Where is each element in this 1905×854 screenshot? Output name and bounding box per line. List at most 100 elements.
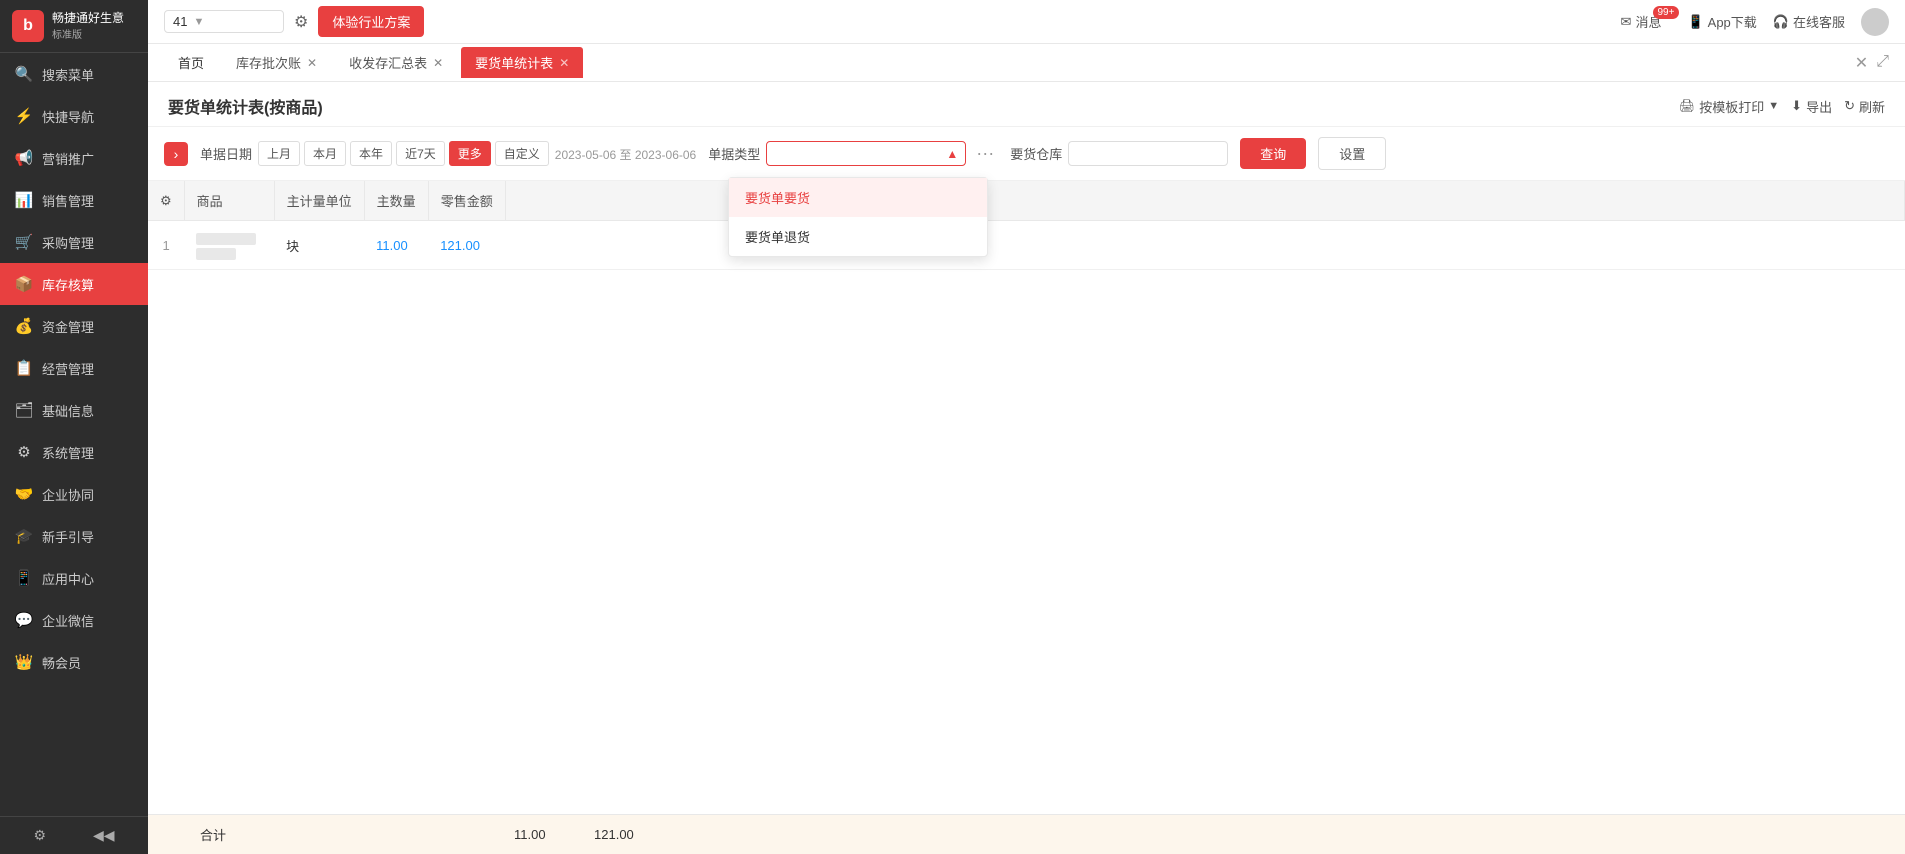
- date-btn-7days[interactable]: 近7天: [396, 141, 445, 166]
- tab-order-stats-label: 要货单统计表: [475, 53, 553, 72]
- date-btn-this-month[interactable]: 本月: [304, 141, 346, 166]
- dropdown-item-order-return[interactable]: 要货单退货: [729, 217, 987, 256]
- message-badge: 99+: [1653, 6, 1680, 19]
- warehouse-input[interactable]: [1068, 141, 1228, 166]
- warehouse-label: 要货仓库: [1010, 144, 1062, 163]
- table-footer: 合计 11.00 121.00: [148, 814, 1905, 854]
- sidebar-item-members[interactable]: 👑 畅会员: [0, 641, 148, 683]
- topbar-gear-icon[interactable]: ⚙: [294, 12, 308, 32]
- amount-link[interactable]: 121.00: [440, 238, 480, 253]
- filter-more-btn[interactable]: ···: [976, 143, 994, 164]
- tab-inventory-batch-label: 库存批次账: [236, 53, 301, 72]
- date-btn-more[interactable]: 更多: [449, 141, 491, 166]
- sidebar-item-enterprise-wechat[interactable]: 💬 企业微信: [0, 599, 148, 641]
- headphone-icon: 🎧: [1773, 14, 1789, 30]
- page-header: 要货单统计表(按商品) 🖨 按模板打印 ▼ ⬇ 导出 ↻ 刷新: [148, 82, 1905, 127]
- date-btn-custom[interactable]: 自定义: [495, 141, 549, 166]
- tab-order-stats-close[interactable]: ✕: [559, 56, 569, 70]
- type-filter-input[interactable]: [766, 141, 966, 166]
- crown-icon: 👑: [14, 652, 34, 672]
- sidebar-item-system[interactable]: ⚙ 系统管理: [0, 431, 148, 473]
- row-amount: 121.00: [428, 221, 505, 270]
- sidebar-item-enterprise-collab[interactable]: 🤝 企业协同: [0, 473, 148, 515]
- tab-close-all-icon[interactable]: ✕: [1855, 53, 1868, 73]
- date-filter-group: 单据日期 上月 本月 本年 近7天 更多 自定义 2023-05-06 至 20…: [200, 141, 696, 166]
- sidebar-item-inventory[interactable]: 📦 库存核算: [0, 263, 148, 305]
- industry-btn[interactable]: 体验行业方案: [318, 6, 424, 37]
- wechat-icon: 💬: [14, 610, 34, 630]
- search-btn[interactable]: 查询: [1240, 138, 1306, 169]
- refresh-btn[interactable]: ↻ 刷新: [1844, 97, 1885, 116]
- sidebar-item-quick-nav[interactable]: ⚡ 快捷导航: [0, 95, 148, 137]
- sidebar-item-guide[interactable]: 🎓 新手引导: [0, 515, 148, 557]
- topbar-right: ✉ 消息 99+ 📱 App下载 🎧 在线客服: [1621, 8, 1889, 36]
- filter-expand-btn[interactable]: ›: [164, 142, 188, 166]
- row-extra: [505, 221, 1904, 270]
- cart-icon: 🛒: [14, 232, 34, 252]
- sidebar-item-finance[interactable]: 💰 资金管理: [0, 305, 148, 347]
- settings-btn[interactable]: 设置: [1318, 137, 1386, 170]
- col-amount: 零售金额: [428, 181, 505, 221]
- qty-link[interactable]: 11.00: [376, 238, 408, 253]
- date-btn-last-month[interactable]: 上月: [258, 141, 300, 166]
- settings-bottom-icon[interactable]: ⚙: [33, 827, 46, 844]
- sidebar-item-search[interactable]: 🔍 搜索菜单: [0, 53, 148, 95]
- sidebar-item-app-center[interactable]: 📱 应用中心: [0, 557, 148, 599]
- tab-inventory-batch-close[interactable]: ✕: [307, 56, 317, 70]
- tab-home-label: 首页: [178, 53, 204, 72]
- export-btn[interactable]: ⬇ 导出: [1791, 97, 1832, 116]
- clipboard-icon: 📋: [14, 358, 34, 378]
- print-btn[interactable]: 🖨 按模板打印 ▼: [1679, 97, 1779, 116]
- col-settings[interactable]: ⚙: [148, 181, 184, 221]
- sidebar-nav: 🔍 搜索菜单 ⚡ 快捷导航 📢 营销推广 📊 销售管理 🛒 采购管理 📦 库存核…: [0, 53, 148, 816]
- data-table: ⚙ 商品 主计量单位 主数量 零售金额 1: [148, 181, 1905, 270]
- refresh-icon: ↻: [1844, 98, 1855, 114]
- sidebar-item-purchase[interactable]: 🛒 采购管理: [0, 221, 148, 263]
- type-dropdown: 要货单要货 要货单退货: [728, 177, 988, 257]
- sidebar-item-sales[interactable]: 📊 销售管理: [0, 179, 148, 221]
- tab-order-stats[interactable]: 要货单统计表 ✕: [461, 47, 583, 78]
- page-title: 要货单统计表(按商品): [168, 94, 323, 118]
- sidebar-item-marketing[interactable]: 📢 营销推广: [0, 137, 148, 179]
- app-logo-text: 畅捷通好生意 标准版: [52, 11, 124, 42]
- money-icon: 💰: [14, 316, 34, 336]
- main-area: 41 ▼ ⚙ 体验行业方案 ✉ 消息 99+ 📱 App下载 🎧 在线客服: [148, 0, 1905, 854]
- online-service-label: 在线客服: [1793, 12, 1845, 31]
- sidebar-item-operations[interactable]: 📋 经营管理: [0, 347, 148, 389]
- product-placeholder-2: [196, 248, 236, 260]
- type-filter-label: 单据类型: [708, 144, 760, 163]
- download-icon: 📱: [1687, 14, 1703, 30]
- message-btn[interactable]: ✉ 消息 99+: [1621, 12, 1672, 31]
- tab-expand-icon[interactable]: ⤢: [1876, 53, 1889, 73]
- lightning-icon: ⚡: [14, 106, 34, 126]
- tab-recv-summary-label: 收发存汇总表: [349, 53, 427, 72]
- collapse-icon[interactable]: ◀◀: [93, 827, 115, 844]
- user-avatar[interactable]: [1861, 8, 1889, 36]
- col-product: 商品: [184, 181, 274, 221]
- col-unit: 主计量单位: [274, 181, 364, 221]
- sidebar-item-basic-info[interactable]: 🗂 基础信息: [0, 389, 148, 431]
- type-filter-group: 单据类型 ▲ ···: [708, 141, 998, 166]
- dropdown-item-order-purchase[interactable]: 要货单要货: [729, 178, 987, 217]
- table-header-row: ⚙ 商品 主计量单位 主数量 零售金额: [148, 181, 1905, 221]
- row-unit: 块: [274, 221, 364, 270]
- online-service-btn[interactable]: 🎧 在线客服: [1773, 12, 1845, 31]
- date-btn-this-year[interactable]: 本年: [350, 141, 392, 166]
- company-selector[interactable]: 41 ▼: [164, 10, 284, 33]
- type-filter-arrow[interactable]: ▲: [946, 147, 958, 161]
- footer-qty: 11.00: [506, 827, 586, 842]
- app-download-btn[interactable]: 📱 App下载: [1687, 12, 1756, 31]
- tab-inventory-batch[interactable]: 库存批次账 ✕: [222, 47, 331, 78]
- tab-recv-summary[interactable]: 收发存汇总表 ✕: [335, 47, 457, 78]
- mobile-icon: 📱: [14, 568, 34, 588]
- megaphone-icon: 📢: [14, 148, 34, 168]
- tab-recv-summary-close[interactable]: ✕: [433, 56, 443, 70]
- tab-home[interactable]: 首页: [164, 47, 218, 78]
- company-chevron-icon: ▼: [193, 16, 204, 28]
- page-header-actions: 🖨 按模板打印 ▼ ⬇ 导出 ↻ 刷新: [1679, 97, 1885, 116]
- page-content: 要货单统计表(按商品) 🖨 按模板打印 ▼ ⬇ 导出 ↻ 刷新 ›: [148, 82, 1905, 854]
- search-icon: 🔍: [14, 64, 34, 84]
- product-placeholder-1: [196, 233, 256, 245]
- tabs-actions: ✕ ⤢: [1855, 53, 1889, 73]
- sidebar: b 畅捷通好生意 标准版 🔍 搜索菜单 ⚡ 快捷导航 📢 营销推广 📊 销售管理…: [0, 0, 148, 854]
